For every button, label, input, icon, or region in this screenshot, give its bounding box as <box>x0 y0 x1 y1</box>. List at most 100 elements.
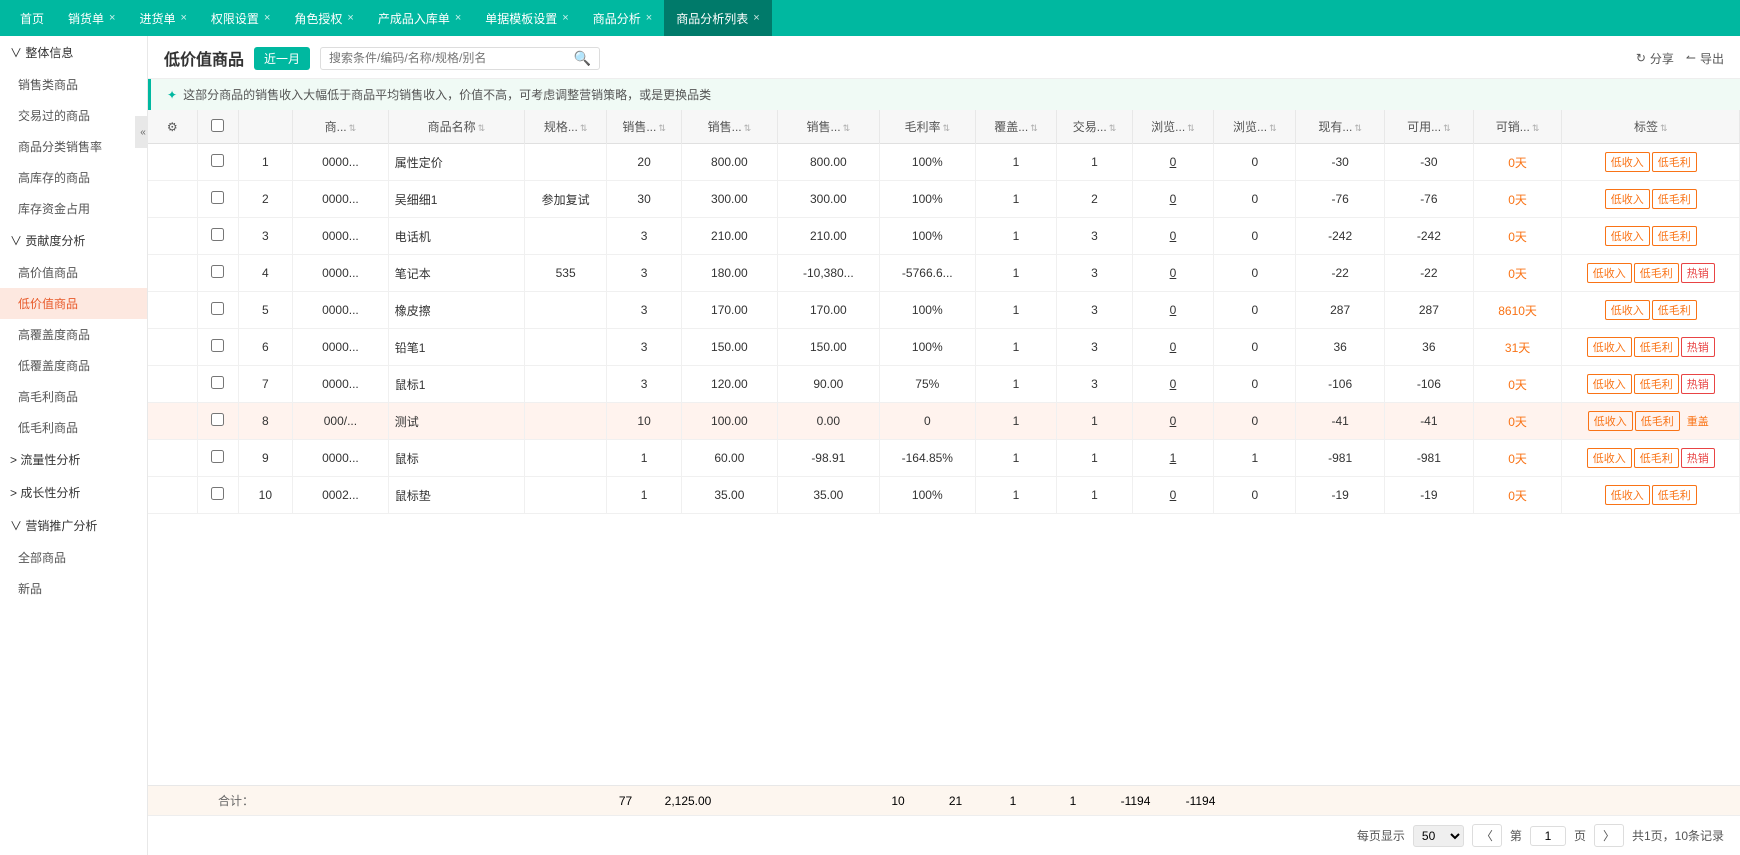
row-select-checkbox[interactable] <box>211 450 224 463</box>
row-browse1[interactable]: 0 <box>1132 477 1214 514</box>
prev-page-btn[interactable]: 〈 <box>1472 824 1502 847</box>
close-purchase-icon[interactable]: × <box>180 12 186 24</box>
browse1-value[interactable]: 0 <box>1170 155 1177 169</box>
sidebar-item-high-value[interactable]: 高价值商品 <box>0 257 147 288</box>
nav-sales-order[interactable]: 销货单 × <box>56 0 127 36</box>
col-browse1[interactable]: 浏览...⇅ <box>1132 110 1214 144</box>
close-sales-order-icon[interactable]: × <box>109 12 115 24</box>
row-checkbox[interactable] <box>197 255 238 292</box>
close-permissions-icon[interactable]: × <box>264 12 270 24</box>
sidebar-section-contribution[interactable]: ∨ 贡献度分析 <box>0 224 147 257</box>
sidebar-section-marketing[interactable]: ∨ 营销推广分析 <box>0 509 147 542</box>
nav-role-auth[interactable]: 角色授权 × <box>282 0 365 36</box>
browse1-value[interactable]: 0 <box>1170 192 1177 206</box>
browse1-value[interactable]: 0 <box>1170 229 1177 243</box>
row-browse1[interactable]: 0 <box>1132 403 1214 440</box>
page-input[interactable] <box>1530 826 1566 846</box>
col-avail[interactable]: 现有...⇅ <box>1296 110 1385 144</box>
col-sale-qty[interactable]: 销售...⇅ <box>607 110 682 144</box>
browse1-value[interactable]: 0 <box>1170 414 1177 428</box>
nav-analysis-list[interactable]: 商品分析列表 × <box>664 0 771 36</box>
close-finished-icon[interactable]: × <box>455 12 461 24</box>
row-select-checkbox[interactable] <box>211 154 224 167</box>
row-select-checkbox[interactable] <box>211 376 224 389</box>
row-browse1[interactable]: 1 <box>1132 440 1214 477</box>
row-browse1[interactable]: 0 <box>1132 218 1214 255</box>
col-gross-rate[interactable]: 毛利率⇅ <box>880 110 976 144</box>
sidebar-section-growth[interactable]: > 成长性分析 <box>0 476 147 509</box>
sidebar-item-new-goods[interactable]: 新品 <box>0 573 147 604</box>
col-browse2[interactable]: 浏览...⇅ <box>1214 110 1296 144</box>
col-spec[interactable]: 规格...⇅ <box>525 110 607 144</box>
sidebar-collapse-btn[interactable]: « <box>135 116 148 148</box>
search-input[interactable] <box>329 51 568 65</box>
row-browse1[interactable]: 0 <box>1132 144 1214 181</box>
browse1-value[interactable]: 0 <box>1170 303 1177 317</box>
sidebar-item-low-coverage[interactable]: 低覆盖度商品 <box>0 350 147 381</box>
row-checkbox[interactable] <box>197 181 238 218</box>
nav-home[interactable]: 首页 <box>8 0 56 36</box>
date-filter-btn[interactable]: 近一月 <box>254 47 310 70</box>
sidebar-item-category-rate[interactable]: 商品分类销售率 <box>0 131 147 162</box>
close-analysis-icon[interactable]: × <box>646 12 652 24</box>
row-select-checkbox[interactable] <box>211 487 224 500</box>
col-sale-amt[interactable]: 销售...⇅ <box>777 110 879 144</box>
per-page-select[interactable]: 50 100 <box>1413 825 1464 847</box>
sidebar-item-stock-capital[interactable]: 库存资金占用 <box>0 193 147 224</box>
row-browse1[interactable]: 0 <box>1132 292 1214 329</box>
sidebar-item-low-margin[interactable]: 低毛利商品 <box>0 412 147 443</box>
col-tag[interactable]: 标签⇅ <box>1562 110 1740 144</box>
close-template-icon[interactable]: × <box>562 12 568 24</box>
sidebar-item-high-coverage[interactable]: 高覆盖度商品 <box>0 319 147 350</box>
browse1-value[interactable]: 0 <box>1170 377 1177 391</box>
sidebar-item-high-margin[interactable]: 高毛利商品 <box>0 381 147 412</box>
sidebar-item-traded-goods[interactable]: 交易过的商品 <box>0 100 147 131</box>
nav-template-settings[interactable]: 单据模板设置 × <box>473 0 580 36</box>
browse1-value[interactable]: 1 <box>1170 451 1177 465</box>
row-select-checkbox[interactable] <box>211 302 224 315</box>
row-select-checkbox[interactable] <box>211 228 224 241</box>
nav-product-analysis[interactable]: 商品分析 × <box>581 0 664 36</box>
col-checkbox[interactable] <box>197 110 238 144</box>
row-browse1[interactable]: 0 <box>1132 255 1214 292</box>
row-checkbox[interactable] <box>197 329 238 366</box>
nav-permissions[interactable]: 权限设置 × <box>199 0 282 36</box>
col-trade[interactable]: 交易...⇅ <box>1057 110 1132 144</box>
col-settings[interactable]: ⚙ <box>148 110 197 144</box>
col-sale-price[interactable]: 销售...⇅ <box>682 110 778 144</box>
sidebar-item-sales-goods[interactable]: 销售类商品 <box>0 69 147 100</box>
row-select-checkbox[interactable] <box>211 191 224 204</box>
row-checkbox[interactable] <box>197 366 238 403</box>
col-code[interactable]: 商...⇅ <box>293 110 389 144</box>
row-checkbox[interactable] <box>197 218 238 255</box>
row-browse1[interactable]: 0 <box>1132 181 1214 218</box>
row-select-checkbox[interactable] <box>211 265 224 278</box>
sidebar-item-high-stock[interactable]: 高库存的商品 <box>0 162 147 193</box>
browse1-value[interactable]: 0 <box>1170 488 1177 502</box>
close-list-icon[interactable]: × <box>753 12 759 24</box>
browse1-value[interactable]: 0 <box>1170 340 1177 354</box>
row-checkbox[interactable] <box>197 144 238 181</box>
sidebar-section-overall[interactable]: ∨ 整体信息 <box>0 36 147 69</box>
nav-purchase-order[interactable]: 进货单 × <box>127 0 198 36</box>
row-checkbox[interactable] <box>197 477 238 514</box>
search-icon[interactable]: 🔍 <box>574 50 591 67</box>
col-saleable[interactable]: 可销...⇅ <box>1473 110 1562 144</box>
col-coverage[interactable]: 覆盖...⇅ <box>975 110 1057 144</box>
next-page-btn[interactable]: 〉 <box>1594 824 1624 847</box>
export-btn[interactable]: ↼ 导出 <box>1686 50 1724 67</box>
row-browse1[interactable]: 0 <box>1132 329 1214 366</box>
row-checkbox[interactable] <box>197 440 238 477</box>
browse1-value[interactable]: 0 <box>1170 266 1177 280</box>
row-select-checkbox[interactable] <box>211 413 224 426</box>
row-checkbox[interactable] <box>197 403 238 440</box>
row-checkbox[interactable] <box>197 292 238 329</box>
nav-finished-goods[interactable]: 产成品入库单 × <box>366 0 473 36</box>
row-select-checkbox[interactable] <box>211 339 224 352</box>
sidebar-section-traffic[interactable]: > 流量性分析 <box>0 443 147 476</box>
select-all-checkbox[interactable] <box>211 119 224 132</box>
col-usable[interactable]: 可用...⇅ <box>1385 110 1474 144</box>
sidebar-item-low-value[interactable]: 低价值商品 <box>0 288 147 319</box>
col-name[interactable]: 商品名称⇅ <box>388 110 524 144</box>
sidebar-item-all-goods[interactable]: 全部商品 <box>0 542 147 573</box>
